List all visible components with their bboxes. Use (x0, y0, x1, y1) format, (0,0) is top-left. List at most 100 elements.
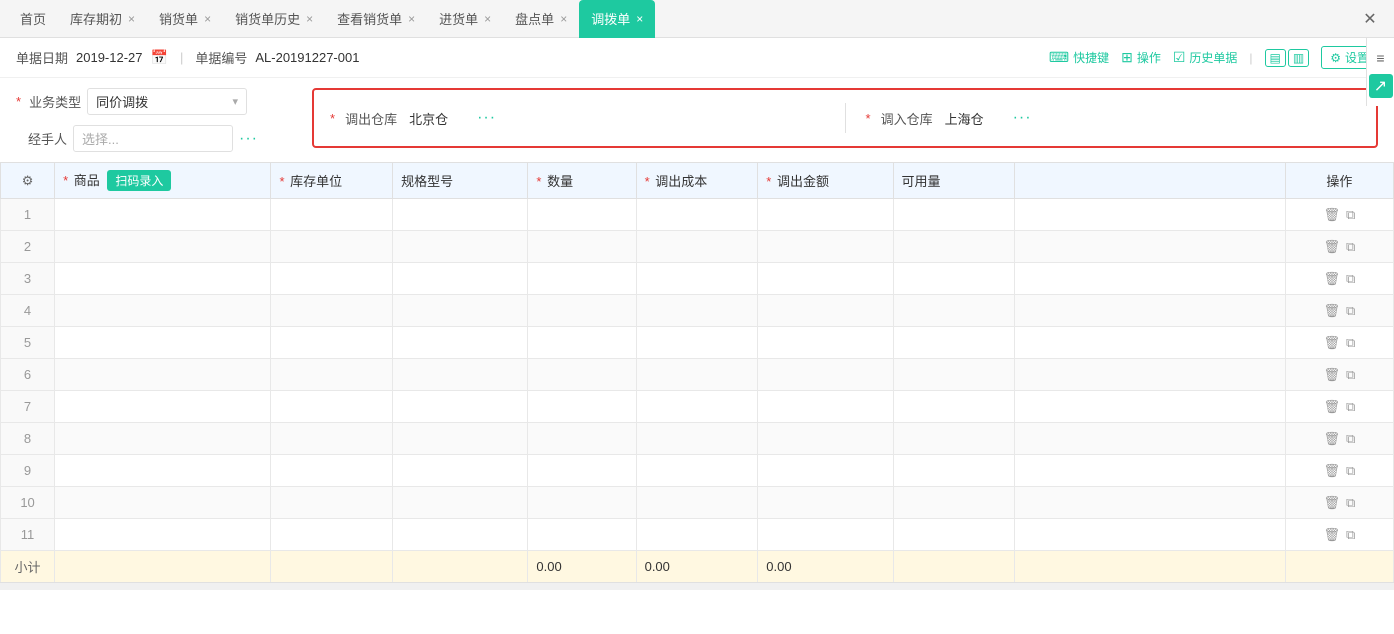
row-unit-6[interactable] (271, 359, 393, 391)
row-spec-10[interactable] (393, 487, 528, 519)
delete-row-6-icon[interactable]: 🗑 (1323, 367, 1340, 383)
row-unit-3[interactable] (271, 263, 393, 295)
row-cost-6[interactable] (636, 359, 758, 391)
row-unit-11[interactable] (271, 519, 393, 551)
row-unit-1[interactable] (271, 199, 393, 231)
delete-row-5-icon[interactable]: 🗑 (1323, 335, 1340, 351)
row-spec-5[interactable] (393, 327, 528, 359)
copy-row-3-icon[interactable]: ⧉ (1346, 271, 1355, 287)
row-spec-9[interactable] (393, 455, 528, 487)
scan-button[interactable]: 扫码录入 (107, 170, 171, 191)
row-qty-9[interactable] (528, 455, 636, 487)
row-amount-6[interactable] (758, 359, 893, 391)
row-qty-8[interactable] (528, 423, 636, 455)
row-amount-11[interactable] (758, 519, 893, 551)
row-product-11[interactable] (55, 519, 271, 551)
row-spec-4[interactable] (393, 295, 528, 327)
handler-select[interactable]: 选择... (73, 125, 233, 152)
row-product-8[interactable] (55, 423, 271, 455)
delete-row-2-icon[interactable]: 🗑 (1323, 239, 1340, 255)
tab-transfer-close[interactable]: × (636, 12, 643, 26)
row-amount-7[interactable] (758, 391, 893, 423)
row-amount-2[interactable] (758, 231, 893, 263)
row-unit-4[interactable] (271, 295, 393, 327)
row-amount-8[interactable] (758, 423, 893, 455)
layout2-button[interactable]: ▥ (1288, 49, 1309, 67)
handler-more-icon[interactable]: ··· (239, 130, 258, 148)
row-available-2[interactable] (893, 231, 1015, 263)
row-spec-2[interactable] (393, 231, 528, 263)
row-spec-3[interactable] (393, 263, 528, 295)
delete-row-4-icon[interactable]: 🗑 (1323, 303, 1340, 319)
tab-sales-order[interactable]: 销货单 × (147, 0, 223, 38)
delete-row-3-icon[interactable]: 🗑 (1323, 271, 1340, 287)
row-cost-3[interactable] (636, 263, 758, 295)
row-product-3[interactable] (55, 263, 271, 295)
row-spec-11[interactable] (393, 519, 528, 551)
row-available-8[interactable] (893, 423, 1015, 455)
row-product-6[interactable] (55, 359, 271, 391)
delete-row-8-icon[interactable]: 🗑 (1323, 431, 1340, 447)
delete-row-11-icon[interactable]: 🗑 (1323, 527, 1340, 543)
row-unit-8[interactable] (271, 423, 393, 455)
row-available-3[interactable] (893, 263, 1015, 295)
row-cost-5[interactable] (636, 327, 758, 359)
row-unit-10[interactable] (271, 487, 393, 519)
copy-row-2-icon[interactable]: ⧉ (1346, 239, 1355, 255)
actions-button[interactable]: ⊞ 操作 (1121, 49, 1161, 66)
row-product-5[interactable] (55, 327, 271, 359)
row-cost-9[interactable] (636, 455, 758, 487)
row-qty-5[interactable] (528, 327, 636, 359)
tab-inventory-close[interactable]: × (128, 12, 135, 26)
delete-row-9-icon[interactable]: 🗑 (1323, 463, 1340, 479)
tab-transfer[interactable]: 调拨单 × (579, 0, 655, 38)
tab-purchase-close[interactable]: × (484, 12, 491, 26)
row-amount-9[interactable] (758, 455, 893, 487)
tab-sales-history-close[interactable]: × (306, 12, 313, 26)
row-qty-6[interactable] (528, 359, 636, 391)
copy-row-1-icon[interactable]: ⧉ (1346, 207, 1355, 223)
row-spec-7[interactable] (393, 391, 528, 423)
window-close-button[interactable]: ✕ (1354, 3, 1386, 35)
row-product-4[interactable] (55, 295, 271, 327)
tab-view-sales[interactable]: 查看销货单 × (325, 0, 427, 38)
copy-row-11-icon[interactable]: ⧉ (1346, 527, 1355, 543)
tab-stock-close[interactable]: × (560, 12, 567, 26)
row-qty-2[interactable] (528, 231, 636, 263)
row-available-1[interactable] (893, 199, 1015, 231)
business-type-select[interactable]: 同价调拨 ▾ (87, 88, 247, 115)
tab-inventory-init[interactable]: 库存期初 × (58, 0, 147, 38)
copy-row-5-icon[interactable]: ⧉ (1346, 335, 1355, 351)
row-qty-1[interactable] (528, 199, 636, 231)
row-spec-8[interactable] (393, 423, 528, 455)
row-qty-4[interactable] (528, 295, 636, 327)
row-unit-7[interactable] (271, 391, 393, 423)
sidebar-list-icon[interactable]: ≡ (1369, 46, 1393, 70)
row-product-2[interactable] (55, 231, 271, 263)
copy-row-10-icon[interactable]: ⧉ (1346, 495, 1355, 511)
row-amount-10[interactable] (758, 487, 893, 519)
row-cost-1[interactable] (636, 199, 758, 231)
history-button[interactable]: ☑ 历史单据 (1173, 49, 1238, 66)
row-amount-1[interactable] (758, 199, 893, 231)
row-unit-9[interactable] (271, 455, 393, 487)
row-unit-2[interactable] (271, 231, 393, 263)
delete-row-7-icon[interactable]: 🗑 (1323, 399, 1340, 415)
row-unit-5[interactable] (271, 327, 393, 359)
col-settings-icon[interactable]: ⚙ (22, 173, 34, 188)
copy-row-7-icon[interactable]: ⧉ (1346, 399, 1355, 415)
row-qty-3[interactable] (528, 263, 636, 295)
row-available-4[interactable] (893, 295, 1015, 327)
row-cost-11[interactable] (636, 519, 758, 551)
row-product-10[interactable] (55, 487, 271, 519)
tab-sales-close[interactable]: × (204, 12, 211, 26)
copy-row-6-icon[interactable]: ⧉ (1346, 367, 1355, 383)
delete-row-1-icon[interactable]: 🗑 (1323, 207, 1340, 223)
row-available-7[interactable] (893, 391, 1015, 423)
row-available-5[interactable] (893, 327, 1015, 359)
sidebar-export-icon[interactable]: ↗ (1369, 74, 1393, 98)
row-spec-6[interactable] (393, 359, 528, 391)
row-cost-7[interactable] (636, 391, 758, 423)
row-product-7[interactable] (55, 391, 271, 423)
tab-view-sales-close[interactable]: × (408, 12, 415, 26)
